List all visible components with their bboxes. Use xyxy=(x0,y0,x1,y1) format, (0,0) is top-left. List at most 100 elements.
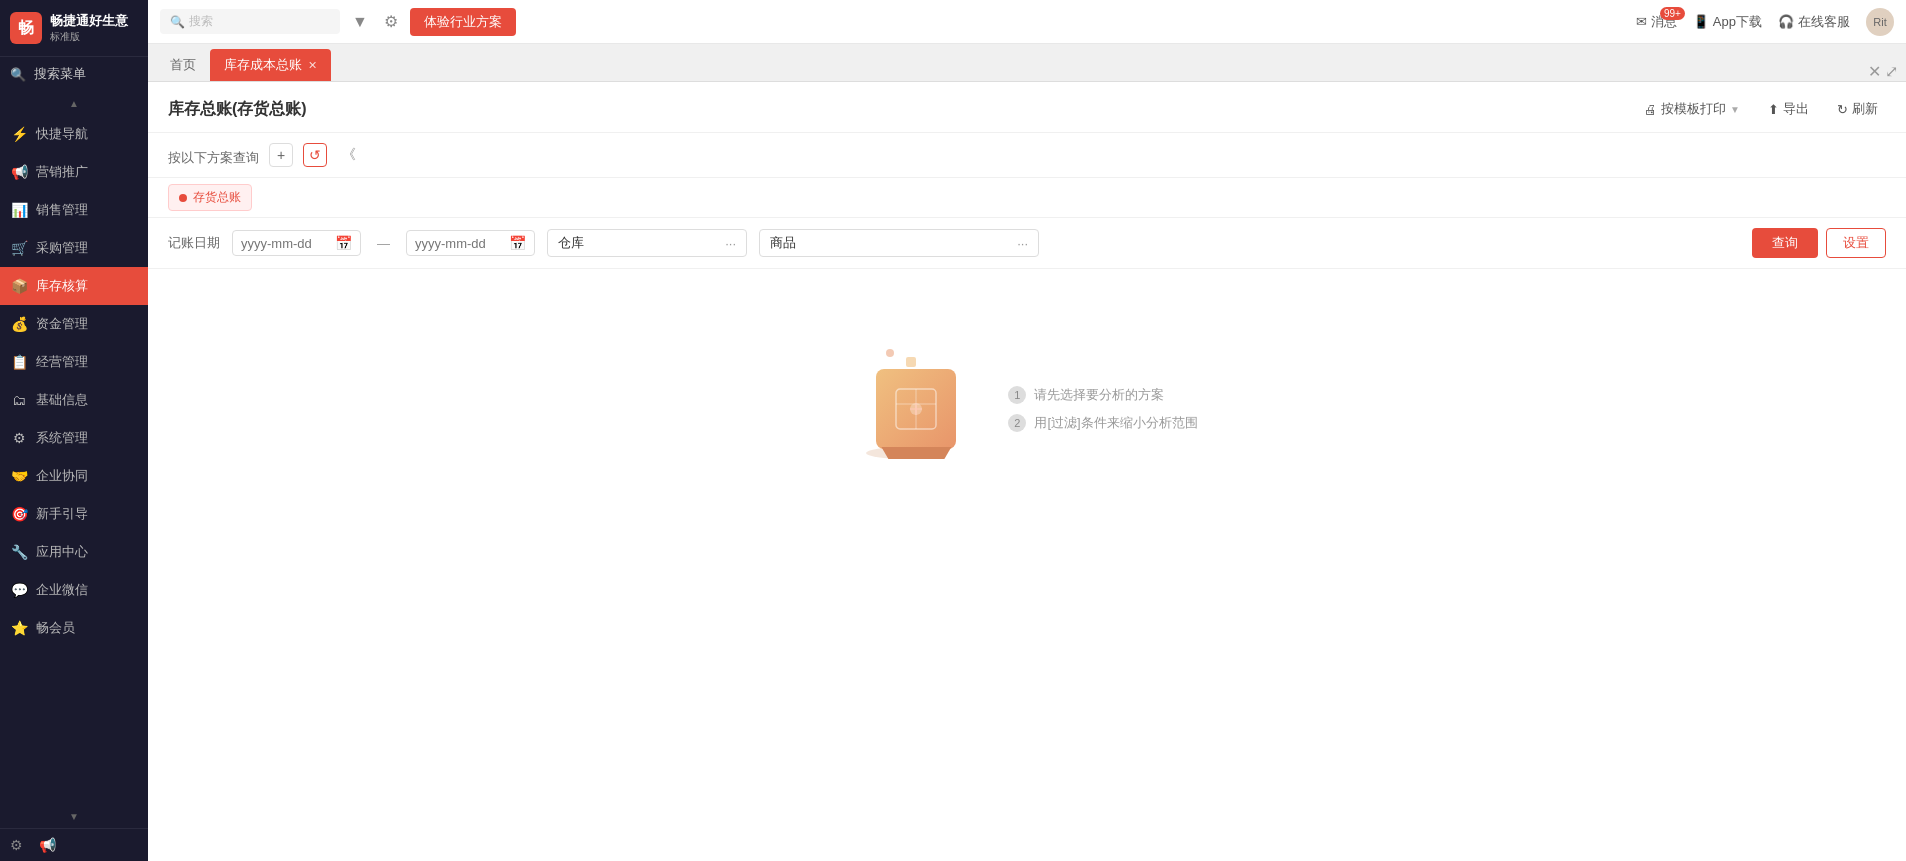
tab-home-label: 首页 xyxy=(170,56,196,74)
nav-label-wechat: 企业微信 xyxy=(36,581,88,599)
nav-icon-enterprise: 🤝 xyxy=(10,468,28,484)
date-dash: — xyxy=(377,236,390,251)
filter-reset-btn[interactable]: ↺ xyxy=(303,143,327,167)
hint2-num: 2 xyxy=(1008,414,1026,432)
sidebar-search[interactable]: 🔍 搜索菜单 xyxy=(0,57,148,91)
sidebar-item-member[interactable]: ⭐畅会员 xyxy=(0,609,148,647)
sidebar-scroll-down[interactable]: ▼ xyxy=(0,804,148,828)
nav-icon-inventory: 📦 xyxy=(10,278,28,294)
scheme-tag-label: 存货总账 xyxy=(193,189,241,206)
nav-icon-marketing: 📢 xyxy=(10,164,28,180)
warehouse-filter[interactable]: 仓库 ··· xyxy=(547,229,747,257)
search-top-placeholder: 搜索 xyxy=(189,13,213,30)
page-header-actions: 🖨 按模板打印 ▼ ⬆ 导出 ↻ 刷新 xyxy=(1636,96,1886,122)
app-download-icon: 📱 xyxy=(1693,14,1709,29)
online-service-btn[interactable]: 🎧 在线客服 xyxy=(1778,13,1850,31)
main-area: 🔍 搜索 ▼ ⚙ 体验行业方案 ✉ 消息 99+ 📱 App下载 🎧 在线客服 … xyxy=(148,0,1906,861)
sidebar-item-purchase[interactable]: 🛒采购管理 xyxy=(0,229,148,267)
sidebar-item-quick-nav[interactable]: ⚡ 快捷导航 xyxy=(0,115,148,153)
sidebar-item-enterprise[interactable]: 🤝 企业协同 xyxy=(0,457,148,495)
warehouse-more-icon[interactable]: ··· xyxy=(725,236,736,251)
nav-icon-app-center: 🔧 xyxy=(10,544,28,560)
app-logo: 畅 畅捷通好生意 标准版 xyxy=(0,0,148,57)
sidebar-item-wechat[interactable]: 💬 企业微信 xyxy=(0,571,148,609)
nav-icon-sales: 📊 xyxy=(10,202,28,218)
empty-hint-2: 2 用[过滤]条件来缩小分析范围 xyxy=(1008,414,1197,432)
sidebar-item-sales[interactable]: 📊 销售管理 xyxy=(0,191,148,229)
product-filter[interactable]: 商品 ··· xyxy=(759,229,1039,257)
industry-btn[interactable]: 体验行业方案 xyxy=(410,8,516,36)
sidebar-item-newbie[interactable]: 🎯新手引导 xyxy=(0,495,148,533)
nav-label-newbie: 新手引导 xyxy=(36,505,88,523)
speaker-bottom-icon[interactable]: 📢 xyxy=(39,837,56,853)
sidebar-item-operation[interactable]: 📋 经营管理 xyxy=(0,343,148,381)
date-end-input[interactable] xyxy=(415,236,505,251)
hint1-text: 请先选择要分析的方案 xyxy=(1034,386,1164,404)
empty-box xyxy=(876,369,956,449)
sidebar-item-system[interactable]: ⚙系统管理 xyxy=(0,419,148,457)
tab-panel-close-icon[interactable]: ✕ xyxy=(1868,62,1881,81)
tab-close-icon[interactable]: ✕ xyxy=(308,59,317,72)
empty-state: 1 请先选择要分析的方案 2 用[过滤]条件来缩小分析范围 xyxy=(148,269,1906,549)
sidebar-item-inventory[interactable]: 📦库存核算 xyxy=(0,267,148,305)
settings-btn[interactable]: 设置 xyxy=(1826,228,1886,258)
export-btn[interactable]: ⬆ 导出 xyxy=(1760,96,1817,122)
filter-add-btn[interactable]: + xyxy=(269,143,293,167)
tab-inventory-cost[interactable]: 库存成本总账 ✕ xyxy=(210,49,331,81)
print-template-btn[interactable]: 🖨 按模板打印 ▼ xyxy=(1636,96,1748,122)
page-container: 库存总账(存货总账) 🖨 按模板打印 ▼ ⬆ 导出 ↻ 刷新 xyxy=(148,82,1906,861)
filter-collapse-btn[interactable]: 《 xyxy=(337,143,361,167)
top-bar-right: ✉ 消息 99+ 📱 App下载 🎧 在线客服 Rit xyxy=(1636,8,1894,36)
nav-label-sales: 销售管理 xyxy=(36,201,88,219)
box-piece-2 xyxy=(886,349,894,357)
top-settings-icon[interactable]: ⚙ xyxy=(380,8,402,35)
tab-panel-expand-icon[interactable]: ⤢ xyxy=(1885,62,1898,81)
nav-label-enterprise: 企业协同 xyxy=(36,467,88,485)
sidebar-item-marketing[interactable]: 📢营销推广 xyxy=(0,153,148,191)
scheme-tag[interactable]: 存货总账 xyxy=(168,184,252,211)
empty-text-block: 1 请先选择要分析的方案 2 用[过滤]条件来缩小分析范围 xyxy=(1008,386,1197,432)
sidebar-item-basic[interactable]: 🗂基础信息 xyxy=(0,381,148,419)
calendar-end-icon[interactable]: 📅 xyxy=(509,235,526,251)
settings-bottom-icon[interactable]: ⚙ xyxy=(10,837,23,853)
query-btn[interactable]: 查询 xyxy=(1752,228,1818,258)
sidebar-nav: ⚡ 快捷导航 📢营销推广 📊 销售管理 🛒采购管理📦库存核算💰资金管理 📋 经营管理 🗂基础信息… xyxy=(0,115,148,804)
logo-text: 畅捷通好生意 标准版 xyxy=(50,12,128,44)
page-title: 库存总账(存货总账) xyxy=(168,99,307,120)
search-label: 搜索菜单 xyxy=(34,65,86,83)
nav-icon-operation: 📋 xyxy=(10,354,28,370)
refresh-icon: ↻ xyxy=(1837,102,1848,117)
date-start-input[interactable] xyxy=(241,236,331,251)
nav-icon-wechat: 💬 xyxy=(10,582,28,598)
app-download-btn[interactable]: 📱 App下载 xyxy=(1693,13,1762,31)
date-end-wrap: 📅 xyxy=(406,230,535,256)
refresh-btn[interactable]: ↻ 刷新 xyxy=(1829,96,1886,122)
nav-label-finance: 资金管理 xyxy=(36,315,88,333)
tab-inventory-cost-label: 库存成本总账 xyxy=(224,56,302,74)
nav-label-quick-nav: 快捷导航 xyxy=(36,125,88,143)
product-label: 商品 xyxy=(770,234,796,252)
filter-actions: 查询 设置 xyxy=(1752,228,1886,258)
nav-icon-purchase: 🛒 xyxy=(10,240,28,256)
warehouse-label: 仓库 xyxy=(558,234,584,252)
message-icon: ✉ xyxy=(1636,14,1647,29)
sidebar: 畅 畅捷通好生意 标准版 🔍 搜索菜单 ▲ ⚡ 快捷导航 📢营销推广 📊 销售管理 🛒采购… xyxy=(0,0,148,861)
tab-home[interactable]: 首页 xyxy=(156,49,210,81)
tab-close-row: ✕ ⤢ xyxy=(1860,62,1898,81)
scheme-dot-icon xyxy=(179,194,187,202)
nav-icon-quick-nav: ⚡ xyxy=(10,126,28,142)
empty-hint-1: 1 请先选择要分析的方案 xyxy=(1008,386,1197,404)
page-header: 库存总账(存货总账) 🖨 按模板打印 ▼ ⬆ 导出 ↻ 刷新 xyxy=(148,82,1906,133)
sidebar-scroll-up[interactable]: ▲ xyxy=(0,91,148,115)
calendar-start-icon[interactable]: 📅 xyxy=(335,235,352,251)
sidebar-item-app-center[interactable]: 🔧应用中心 xyxy=(0,533,148,571)
message-btn[interactable]: ✉ 消息 99+ xyxy=(1636,13,1677,31)
top-search-box[interactable]: 🔍 搜索 xyxy=(160,9,340,34)
top-gear-icon[interactable]: ▼ xyxy=(348,9,372,35)
nav-icon-system: ⚙ xyxy=(10,430,28,446)
user-avatar[interactable]: Rit xyxy=(1866,8,1894,36)
nav-label-operation: 经营管理 xyxy=(36,353,88,371)
hint2-text: 用[过滤]条件来缩小分析范围 xyxy=(1034,414,1197,432)
sidebar-item-finance[interactable]: 💰资金管理 xyxy=(0,305,148,343)
product-more-icon[interactable]: ··· xyxy=(1017,236,1028,251)
